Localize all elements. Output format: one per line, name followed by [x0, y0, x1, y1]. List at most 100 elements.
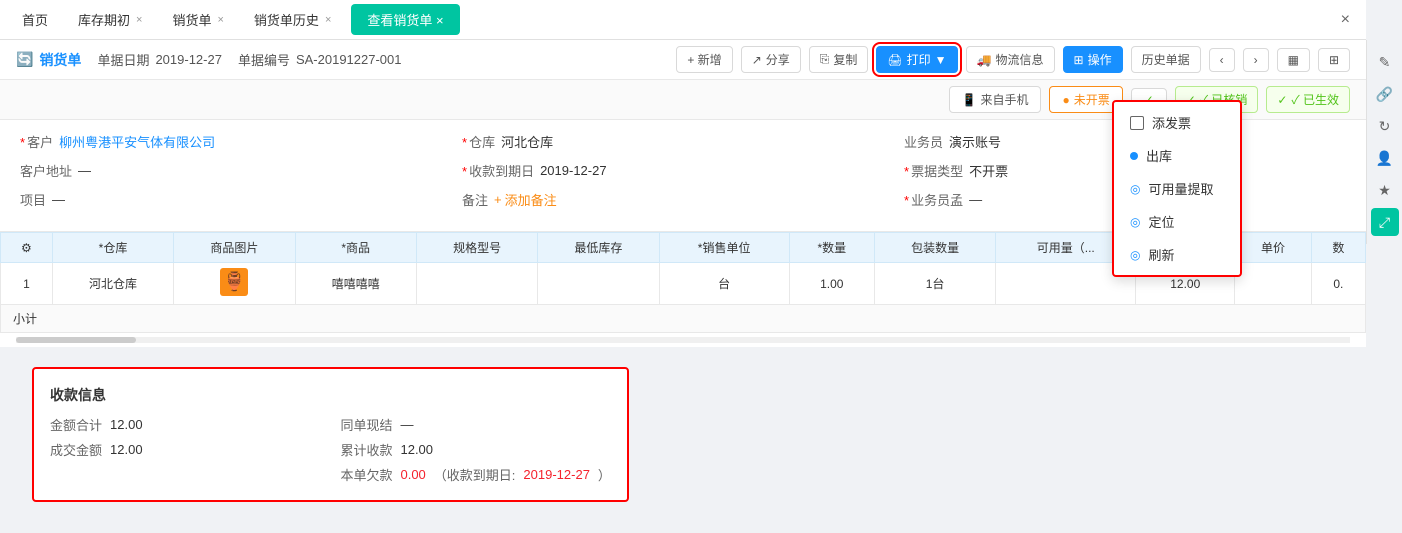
- staff2-label: 业务员孟: [904, 190, 963, 209]
- payment-grid: 金额合计 12.00 同单现结 — 成交金额 12.00 累计收款 12.00: [50, 415, 611, 484]
- overdue-note: （收款到期日:: [434, 465, 516, 484]
- customer-field: 客户 柳州粤港平安气体有限公司: [20, 132, 462, 151]
- tab-sales-history[interactable]: 销货单历史 ×: [240, 2, 345, 37]
- add-remark-button[interactable]: + 添加备注: [494, 190, 557, 209]
- overdue-label: 本单欠款: [340, 465, 392, 484]
- close-tab-history[interactable]: ×: [325, 14, 331, 26]
- warehouse-field: 仓库 河北仓库: [462, 132, 904, 151]
- new-button[interactable]: + 新增: [676, 46, 732, 73]
- due-date-field: 收款到期日 2019-12-27: [462, 161, 904, 180]
- date-value: 2019-12-27: [155, 52, 222, 67]
- payment-section: 收款信息 金额合计 12.00 同单现结 — 成交金额 12.00 累计收款 1…: [32, 367, 629, 502]
- invoice-value: 不开票: [969, 161, 1008, 180]
- operations-dropdown: 添发票 出库 ◎ 可用量提取 ◎ 定位 ◎ 刷新: [1112, 100, 1242, 277]
- address-field: 客户地址 —: [20, 161, 462, 180]
- sidebar-edit-icon[interactable]: ✎: [1371, 48, 1399, 76]
- staff-label: 业务员: [904, 132, 943, 151]
- address-label: 客户地址: [20, 161, 72, 180]
- col-gear: ⚙: [1, 233, 53, 263]
- copy-button[interactable]: ⎘ 复制: [809, 46, 869, 73]
- share-button[interactable]: ↗ 分享: [741, 46, 801, 73]
- payment-settlement-row: 同单现结 —: [340, 415, 610, 434]
- share-icon: ↗: [752, 53, 762, 67]
- col-pack-qty: 包装数量: [874, 233, 995, 263]
- col-price: 单价: [1235, 233, 1312, 263]
- cell-other: 0.: [1311, 263, 1365, 305]
- menu-item-outbound[interactable]: 出库: [1114, 139, 1240, 172]
- tab-inventory-init[interactable]: 库存期初 ×: [64, 2, 156, 37]
- close-tab-view[interactable]: ×: [436, 13, 444, 28]
- grid2-button[interactable]: ⊞: [1318, 48, 1350, 72]
- transaction-label: 成交金额: [50, 440, 102, 459]
- tab-sales-order[interactable]: 销货单 ×: [158, 2, 237, 37]
- remark-field: 备注 + 添加备注: [462, 190, 904, 209]
- due-date-value: 2019-12-27: [540, 163, 607, 178]
- locate-circle-icon: ◎: [1130, 215, 1140, 229]
- global-close-button[interactable]: ×: [1333, 7, 1358, 33]
- doc-actions: + 新增 ↗ 分享 ⎘ 复制 🖨 打印 ▼ 🚚 物流信息 ⊞ 操作: [676, 46, 1350, 73]
- payment-area: 收款信息 金额合计 12.00 同单现结 — 成交金额 12.00 累计收款 1…: [0, 347, 1366, 522]
- gear-icon[interactable]: ⚙: [21, 241, 32, 255]
- cumulative-label: 累计收款: [340, 440, 392, 459]
- sidebar-expand-icon[interactable]: ⤢: [1371, 208, 1399, 236]
- close-tab-sales[interactable]: ×: [217, 14, 223, 26]
- menu-item-refresh[interactable]: ◎ 刷新: [1114, 238, 1240, 271]
- doc-date-meta: 单据日期 2019-12-27: [97, 50, 222, 69]
- doc-number-meta: 单据编号 SA-20191227-001: [238, 50, 402, 69]
- copy-icon: ⎘: [820, 52, 830, 67]
- close-tab-inventory[interactable]: ×: [136, 14, 142, 26]
- logistics-button[interactable]: 🚚 物流信息: [966, 46, 1055, 73]
- due-date-label: 收款到期日: [462, 161, 534, 180]
- plus-icon: +: [494, 192, 502, 207]
- scroll-hint[interactable]: [16, 337, 1350, 343]
- prev-button[interactable]: ‹: [1209, 48, 1235, 72]
- col-other: 数: [1311, 233, 1365, 263]
- menu-item-locate[interactable]: ◎ 定位: [1114, 205, 1240, 238]
- grid1-button[interactable]: ▦: [1277, 48, 1310, 72]
- invoice-icon: ●: [1062, 93, 1069, 107]
- col-image: 商品图片: [174, 233, 295, 263]
- cumulative-value: 12.00: [400, 442, 433, 457]
- payment-overdue-row: 本单欠款 0.00 （收款到期日: 2019-12-27 ）: [340, 465, 610, 484]
- product-image: [220, 268, 248, 296]
- col-product: *商品: [295, 233, 416, 263]
- invoice-label: 票据类型: [904, 161, 963, 180]
- tab-view-sales[interactable]: 查看销货单 ×: [351, 4, 459, 35]
- payment-cumulative-row: 累计收款 12.00: [340, 440, 610, 459]
- phone-icon: 📱: [962, 93, 977, 107]
- menu-item-invoice[interactable]: 添发票: [1114, 106, 1240, 139]
- staff2-value: —: [969, 192, 982, 207]
- customer-value[interactable]: 柳州粤港平安气体有限公司: [59, 132, 215, 151]
- number-value: SA-20191227-001: [296, 52, 402, 67]
- cell-unit: 台: [659, 263, 789, 305]
- check-effect-icon: ✓: [1277, 93, 1287, 107]
- print-button[interactable]: 🖨 打印 ▼: [876, 46, 957, 73]
- sidebar-link-icon[interactable]: 🔗: [1371, 80, 1399, 108]
- payment-total-row: 金额合计 12.00: [50, 415, 320, 434]
- cell-product: 嘻嘻嘻嘻: [295, 263, 416, 305]
- transaction-value: 12.00: [110, 442, 143, 457]
- invoice-menu-icon: [1130, 116, 1144, 130]
- project-label: 项目: [20, 190, 46, 209]
- menu-item-available[interactable]: ◎ 可用量提取: [1114, 172, 1240, 205]
- operations-button[interactable]: ⊞ 操作: [1063, 46, 1123, 73]
- number-label: 单据编号: [238, 50, 290, 69]
- tab-home[interactable]: 首页: [8, 2, 62, 37]
- right-sidebar: ✎ 🔗 ↻ 👤 ★ ⤢: [1366, 40, 1402, 244]
- cell-price: [1235, 263, 1312, 305]
- history-button[interactable]: 历史单据: [1131, 46, 1201, 73]
- total-amount-value: 12.00: [110, 417, 143, 432]
- sidebar-refresh-icon[interactable]: ↻: [1371, 112, 1399, 140]
- next-button[interactable]: ›: [1243, 48, 1269, 72]
- available-circle-icon: ◎: [1130, 182, 1140, 196]
- sidebar-user-icon[interactable]: 👤: [1371, 144, 1399, 172]
- from-phone-button[interactable]: 📱 来自手机: [949, 86, 1042, 113]
- payment-transaction-row: 成交金额 12.00: [50, 440, 320, 459]
- date-label: 单据日期: [97, 50, 149, 69]
- sidebar-star-icon[interactable]: ★: [1371, 176, 1399, 204]
- doc-header: 🔄 销货单 单据日期 2019-12-27 单据编号 SA-20191227-0…: [0, 40, 1366, 80]
- overdue-suffix: ）: [598, 465, 611, 484]
- cell-qty: 1.00: [789, 263, 874, 305]
- warehouse-value: 河北仓库: [501, 132, 553, 151]
- project-field: 项目 —: [20, 190, 462, 209]
